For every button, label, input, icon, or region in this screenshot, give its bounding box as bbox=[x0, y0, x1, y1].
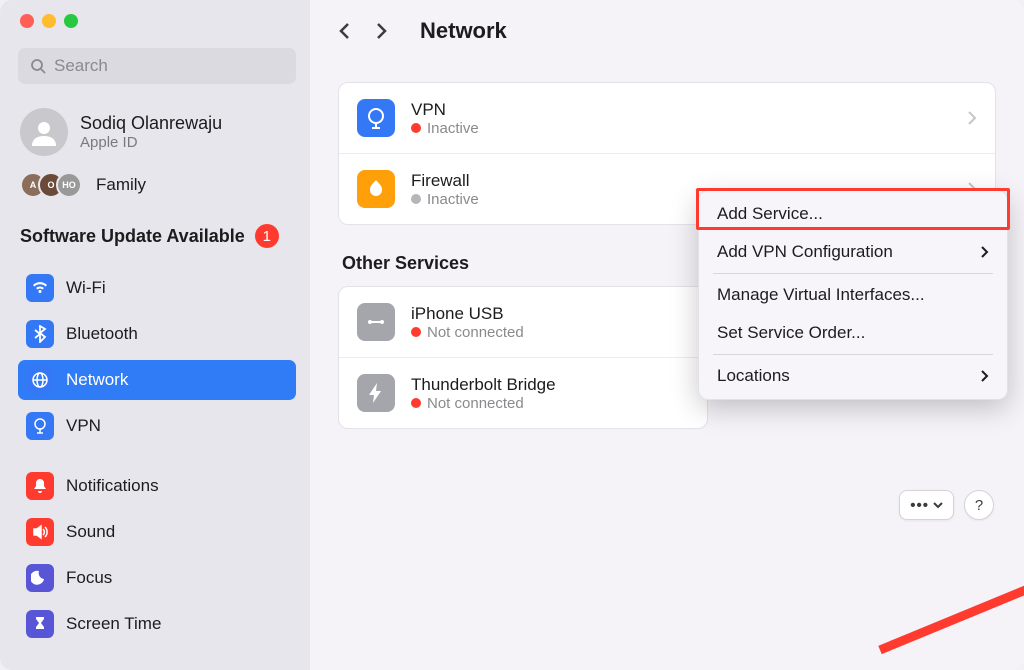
person-icon bbox=[28, 116, 60, 148]
chevron-right-icon bbox=[980, 245, 989, 259]
wifi-icon bbox=[26, 274, 54, 302]
thunderbolt-icon bbox=[357, 374, 395, 412]
update-label: Software Update Available bbox=[20, 226, 245, 247]
menu-item-add-vpn-config[interactable]: Add VPN Configuration bbox=[699, 233, 1007, 271]
menu-item-set-service-order[interactable]: Set Service Order... bbox=[699, 314, 1007, 352]
menu-item-add-service[interactable]: Add Service... bbox=[699, 195, 1007, 233]
sidebar-item-label: Screen Time bbox=[66, 614, 161, 634]
vpn-service-icon bbox=[357, 99, 395, 137]
firewall-service-icon bbox=[357, 170, 395, 208]
status-dot-icon bbox=[411, 327, 421, 337]
chevron-right-icon bbox=[980, 369, 989, 383]
user-name: Sodiq Olanrewaju bbox=[80, 113, 222, 134]
menu-item-manage-virtual[interactable]: Manage Virtual Interfaces... bbox=[699, 276, 1007, 314]
chevron-right-icon bbox=[967, 110, 977, 126]
iphone-usb-icon bbox=[357, 303, 395, 341]
sidebar-item-label: Focus bbox=[66, 568, 112, 588]
service-status: Inactive bbox=[411, 120, 951, 137]
sidebar-item-network[interactable]: Network bbox=[18, 360, 296, 400]
service-name: Firewall bbox=[411, 171, 951, 191]
bottom-action-bar: ••• ? bbox=[899, 490, 994, 520]
bluetooth-icon bbox=[26, 320, 54, 348]
annotation-arrow bbox=[870, 500, 1024, 660]
chevron-down-icon bbox=[933, 501, 943, 509]
family-avatars: A O HO bbox=[20, 172, 82, 198]
software-update-row[interactable]: Software Update Available 1 bbox=[18, 222, 296, 250]
service-name: VPN bbox=[411, 100, 951, 120]
vpn-icon bbox=[26, 412, 54, 440]
user-sub: Apple ID bbox=[80, 134, 222, 151]
speaker-icon bbox=[26, 518, 54, 546]
sidebar-item-screen-time[interactable]: Screen Time bbox=[18, 604, 296, 644]
maximize-window-button[interactable] bbox=[64, 14, 78, 28]
globe-icon bbox=[26, 366, 54, 394]
sidebar-item-vpn[interactable]: VPN bbox=[18, 406, 296, 446]
sidebar-item-label: VPN bbox=[66, 416, 101, 436]
main-content: Network VPN Inactive Firewall Inactive bbox=[310, 0, 1024, 670]
sidebar-item-sound[interactable]: Sound bbox=[18, 512, 296, 552]
more-actions-button[interactable]: ••• bbox=[899, 490, 954, 520]
sidebar-item-label: Notifications bbox=[66, 476, 159, 496]
search-icon bbox=[30, 58, 46, 74]
minimize-window-button[interactable] bbox=[42, 14, 56, 28]
window-controls bbox=[20, 14, 296, 28]
service-row-thunderbolt[interactable]: Thunderbolt Bridge Not connected bbox=[339, 358, 707, 428]
sidebar-item-notifications[interactable]: Notifications bbox=[18, 466, 296, 506]
status-dot-icon bbox=[411, 123, 421, 133]
sidebar-item-bluetooth[interactable]: Bluetooth bbox=[18, 314, 296, 354]
status-dot-icon bbox=[411, 398, 421, 408]
sidebar-item-label: Wi-Fi bbox=[66, 278, 106, 298]
sidebar-item-focus[interactable]: Focus bbox=[18, 558, 296, 598]
service-row-iphone-usb[interactable]: iPhone USB Not connected bbox=[339, 287, 707, 358]
sidebar-item-wifi[interactable]: Wi-Fi bbox=[18, 268, 296, 308]
back-button[interactable] bbox=[338, 22, 356, 40]
moon-icon bbox=[26, 564, 54, 592]
user-info: Sodiq Olanrewaju Apple ID bbox=[80, 113, 222, 151]
header: Network bbox=[338, 18, 996, 44]
sidebar-item-label: Bluetooth bbox=[66, 324, 138, 344]
bell-icon bbox=[26, 472, 54, 500]
service-name: iPhone USB bbox=[411, 304, 689, 324]
apple-id-row[interactable]: Sodiq Olanrewaju Apple ID bbox=[18, 106, 296, 158]
forward-button[interactable] bbox=[374, 22, 392, 40]
more-actions-menu: Add Service... Add VPN Configuration Man… bbox=[698, 190, 1008, 400]
search-input[interactable]: Search bbox=[18, 48, 296, 84]
update-badge: 1 bbox=[255, 224, 279, 248]
service-name: Thunderbolt Bridge bbox=[411, 375, 689, 395]
close-window-button[interactable] bbox=[20, 14, 34, 28]
help-button[interactable]: ? bbox=[964, 490, 994, 520]
family-row[interactable]: A O HO Family bbox=[18, 168, 296, 202]
other-services-panel: iPhone USB Not connected Thunderbolt Bri… bbox=[338, 286, 708, 429]
ellipsis-icon: ••• bbox=[910, 497, 929, 514]
sidebar-item-label: Sound bbox=[66, 522, 115, 542]
search-placeholder: Search bbox=[54, 56, 108, 76]
sidebar: Search Sodiq Olanrewaju Apple ID A O HO … bbox=[0, 0, 310, 670]
service-status: Not connected bbox=[411, 395, 689, 412]
status-dot-icon bbox=[411, 194, 421, 204]
avatar bbox=[20, 108, 68, 156]
sidebar-item-label: Network bbox=[66, 370, 128, 390]
service-status: Not connected bbox=[411, 324, 689, 341]
menu-item-locations[interactable]: Locations bbox=[699, 357, 1007, 395]
service-row-vpn[interactable]: VPN Inactive bbox=[339, 83, 995, 154]
page-title: Network bbox=[420, 18, 507, 44]
family-label: Family bbox=[96, 175, 146, 195]
hourglass-icon bbox=[26, 610, 54, 638]
